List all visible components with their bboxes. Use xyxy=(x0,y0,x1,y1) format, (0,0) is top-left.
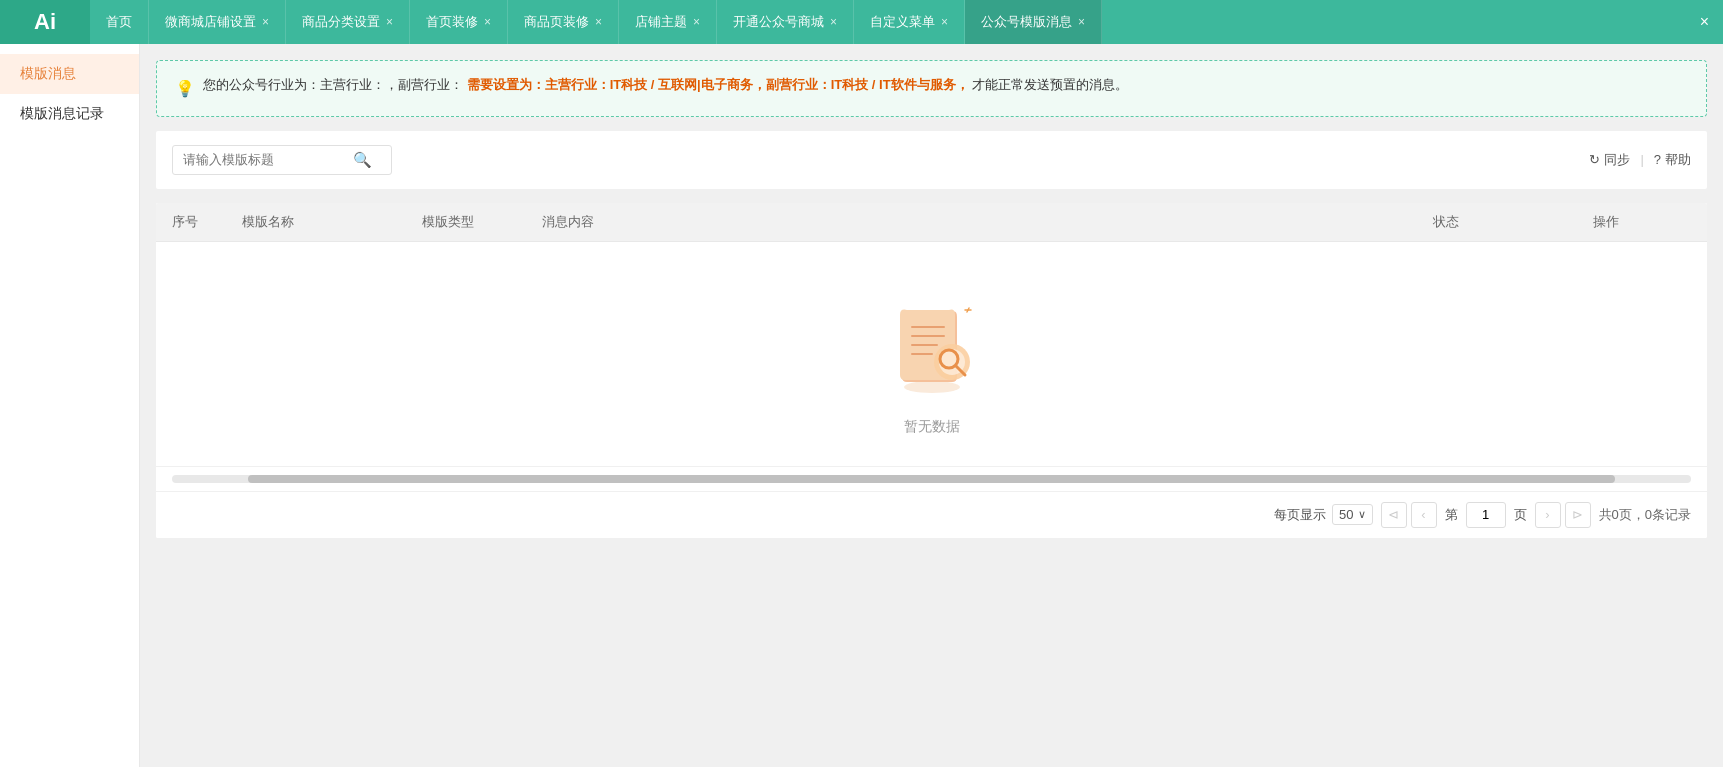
close-tab-wechatshop[interactable]: × xyxy=(830,15,837,29)
close-tab-theme[interactable]: × xyxy=(693,15,700,29)
help-button[interactable]: ? 帮助 xyxy=(1654,151,1691,169)
search-input-wrap: 🔍 xyxy=(172,145,392,175)
total-text: 共0页，0条记录 xyxy=(1599,506,1691,524)
sidebar: 模版消息模版消息记录 xyxy=(0,44,140,767)
toolbar-divider: | xyxy=(1640,152,1643,167)
page-suffix: 页 xyxy=(1514,506,1527,524)
per-page-selector: 每页显示 50 ∨ xyxy=(1274,504,1372,525)
search-bar: 🔍 ↻ 同步 | ? 帮助 xyxy=(156,131,1707,189)
main-layout: 模版消息模版消息记录 💡 您的公众号行业为：主营行业：，副营行业： 需要设置为：… xyxy=(0,44,1723,767)
per-page-label: 每页显示 xyxy=(1274,506,1326,524)
search-input[interactable] xyxy=(183,152,353,167)
table-header-status: 状态 xyxy=(1417,213,1577,231)
notice-text: 您的公众号行业为：主营行业：，副营行业： 需要设置为：主营行业：IT科技 / 互… xyxy=(203,75,1128,96)
next-page-button[interactable]: › xyxy=(1535,502,1561,528)
content-area: 💡 您的公众号行业为：主营行业：，副营行业： 需要设置为：主营行业：IT科技 /… xyxy=(140,44,1723,767)
empty-illustration xyxy=(872,282,992,402)
scroll-thumb[interactable] xyxy=(248,475,1615,483)
nav-tab-theme[interactable]: 店铺主题× xyxy=(619,0,717,44)
scroll-track[interactable] xyxy=(172,475,1691,483)
table-header-seq: 序号 xyxy=(156,213,226,231)
nav-tab-custommenu[interactable]: 自定义菜单× xyxy=(854,0,965,44)
search-icon[interactable]: 🔍 xyxy=(353,151,372,169)
close-tab-category[interactable]: × xyxy=(386,15,393,29)
scroll-bar-area xyxy=(156,466,1707,491)
page-nav-buttons: ⊲ ‹ 第 页 › ⊳ xyxy=(1381,502,1591,528)
close-tab-templatemsg[interactable]: × xyxy=(1078,15,1085,29)
sidebar-item-template-msg-record[interactable]: 模版消息记录 xyxy=(0,94,139,134)
table-header-name: 模版名称 xyxy=(226,213,406,231)
svg-point-0 xyxy=(904,381,960,393)
table-header-action: 操作 xyxy=(1577,213,1707,231)
nav-tab-category[interactable]: 商品分类设置× xyxy=(286,0,410,44)
nav-tab-home[interactable]: 首页 xyxy=(90,0,149,44)
empty-state: 暂无数据 xyxy=(156,242,1707,466)
table-header-content: 消息内容 xyxy=(526,213,1417,231)
notice-box: 💡 您的公众号行业为：主营行业：，副营行业： 需要设置为：主营行业：IT科技 /… xyxy=(156,60,1707,117)
nav-tab-productpage[interactable]: 商品页装修× xyxy=(508,0,619,44)
pagination: 每页显示 50 ∨ ⊲ ‹ 第 页 › ⊳ 共0页，0条记录 xyxy=(156,491,1707,538)
toolbar-right: ↻ 同步 | ? 帮助 xyxy=(1589,151,1691,169)
top-nav: Ai 首页微商城店铺设置×商品分类设置×首页装修×商品页装修×店铺主题×开通公众… xyxy=(0,0,1723,44)
logo: Ai xyxy=(0,0,90,44)
empty-text: 暂无数据 xyxy=(904,418,960,436)
page-label: 第 xyxy=(1445,506,1458,524)
table-wrap: 序号模版名称模版类型消息内容状态操作 xyxy=(156,203,1707,538)
close-tab-homepage[interactable]: × xyxy=(484,15,491,29)
table-header: 序号模版名称模版类型消息内容状态操作 xyxy=(156,203,1707,242)
sidebar-item-template-msg[interactable]: 模版消息 xyxy=(0,54,139,94)
lightbulb-icon: 💡 xyxy=(175,76,195,102)
last-page-button[interactable]: ⊳ xyxy=(1565,502,1591,528)
table-header-type: 模版类型 xyxy=(406,213,526,231)
close-tab-wshop[interactable]: × xyxy=(262,15,269,29)
per-page-select[interactable]: 50 ∨ xyxy=(1332,504,1372,525)
sync-button[interactable]: ↻ 同步 xyxy=(1589,151,1630,169)
nav-tabs: 首页微商城店铺设置×商品分类设置×首页装修×商品页装修×店铺主题×开通公众号商城… xyxy=(90,0,1686,44)
chevron-down-icon: ∨ xyxy=(1358,508,1366,521)
nav-tab-templatemsg[interactable]: 公众号模版消息× xyxy=(965,0,1102,44)
page-input[interactable] xyxy=(1466,502,1506,528)
notice-highlight: 需要设置为：主营行业：IT科技 / 互联网|电子商务，副营行业：IT科技 / I… xyxy=(467,77,969,92)
nav-tab-wechatshop[interactable]: 开通公众号商城× xyxy=(717,0,854,44)
sync-icon: ↻ xyxy=(1589,152,1600,167)
close-all-button[interactable]: × xyxy=(1686,0,1723,44)
first-page-button[interactable]: ⊲ xyxy=(1381,502,1407,528)
prev-page-button[interactable]: ‹ xyxy=(1411,502,1437,528)
close-tab-custommenu[interactable]: × xyxy=(941,15,948,29)
per-page-value: 50 xyxy=(1339,507,1353,522)
help-icon: ? xyxy=(1654,152,1661,167)
close-tab-productpage[interactable]: × xyxy=(595,15,602,29)
nav-tab-wshop[interactable]: 微商城店铺设置× xyxy=(149,0,286,44)
nav-tab-homepage[interactable]: 首页装修× xyxy=(410,0,508,44)
